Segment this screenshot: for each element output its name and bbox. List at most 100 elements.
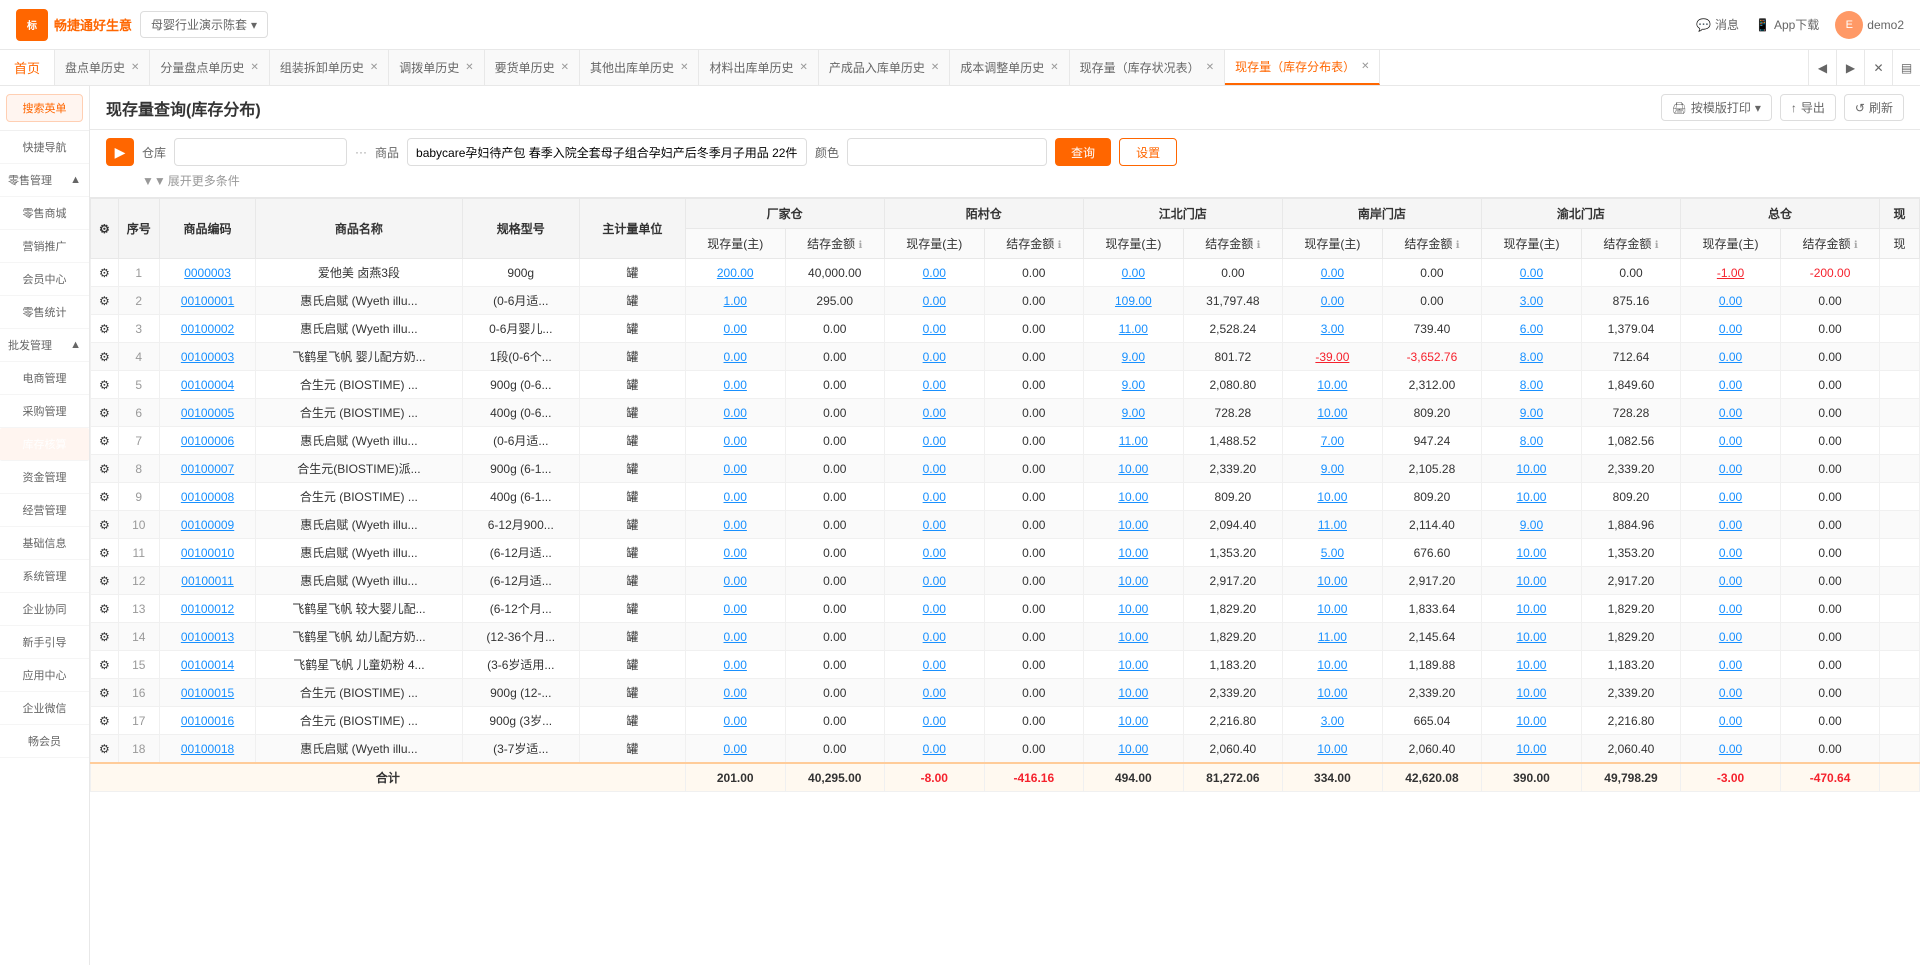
- row-settings[interactable]: ⚙: [91, 259, 119, 287]
- tab-zuhe[interactable]: 组装拆卸单历史 ✕: [270, 50, 389, 85]
- row-c3-stock[interactable]: 10.00: [1083, 707, 1183, 735]
- row-total-stock[interactable]: 0.00: [1680, 455, 1780, 483]
- row-code[interactable]: 00100016: [159, 707, 256, 735]
- tab-close-all-btn[interactable]: ✕: [1864, 50, 1892, 86]
- close-icon[interactable]: ✕: [131, 62, 139, 73]
- row-c1-stock[interactable]: 0.00: [685, 511, 785, 539]
- row-c5-stock[interactable]: 10.00: [1481, 623, 1581, 651]
- sidebar-item-pifaguan[interactable]: 批发管理▲: [0, 329, 89, 362]
- row-c2-stock[interactable]: 0.00: [884, 287, 984, 315]
- print-btn[interactable]: 🖨 按模版打印 ▾: [1661, 94, 1772, 121]
- row-total-stock[interactable]: 0.00: [1680, 567, 1780, 595]
- row-c3-stock[interactable]: 11.00: [1083, 427, 1183, 455]
- row-c2-stock[interactable]: 0.00: [884, 343, 984, 371]
- sidebar-item-kucunhesuang[interactable]: 库存核算: [0, 428, 89, 461]
- row-c4-stock[interactable]: 10.00: [1282, 735, 1382, 764]
- row-c2-stock[interactable]: 0.00: [884, 455, 984, 483]
- sidebar-item-zijin[interactable]: 资金管理: [0, 461, 89, 494]
- row-c3-stock[interactable]: 10.00: [1083, 651, 1183, 679]
- row-code[interactable]: 00100001: [159, 287, 256, 315]
- row-total-stock[interactable]: 0.00: [1680, 707, 1780, 735]
- sidebar-item-jingying[interactable]: 经营管理: [0, 494, 89, 527]
- row-total-stock[interactable]: 0.00: [1680, 539, 1780, 567]
- row-c1-stock[interactable]: 0.00: [685, 455, 785, 483]
- row-code[interactable]: 00100008: [159, 483, 256, 511]
- row-c2-stock[interactable]: 0.00: [884, 539, 984, 567]
- row-c3-stock[interactable]: 11.00: [1083, 315, 1183, 343]
- row-c3-stock[interactable]: 109.00: [1083, 287, 1183, 315]
- row-c2-stock[interactable]: 0.00: [884, 707, 984, 735]
- sidebar-item-dianshang[interactable]: 电商管理: [0, 362, 89, 395]
- search-btn[interactable]: 搜索英单: [6, 94, 83, 122]
- tab-fenpan[interactable]: 分量盘点单历史 ✕: [150, 50, 269, 85]
- filter-toggle-btn[interactable]: ▶: [106, 138, 134, 166]
- tab-chancheng[interactable]: 产成品入库单历史 ✕: [819, 50, 950, 85]
- tab-xiancun-dist[interactable]: 现存量（库存分布表） ✕: [1225, 50, 1380, 85]
- sidebar-item-yingyong[interactable]: 应用中心: [0, 659, 89, 692]
- row-c2-stock[interactable]: 0.00: [884, 735, 984, 764]
- row-settings[interactable]: ⚙: [91, 315, 119, 343]
- row-c5-stock[interactable]: 10.00: [1481, 483, 1581, 511]
- row-c3-stock[interactable]: 10.00: [1083, 483, 1183, 511]
- export-btn[interactable]: ↑ 导出: [1780, 94, 1836, 121]
- row-total-stock[interactable]: 0.00: [1680, 315, 1780, 343]
- close-icon[interactable]: ✕: [250, 62, 258, 73]
- row-total-stock[interactable]: 0.00: [1680, 735, 1780, 764]
- row-c2-stock[interactable]: 0.00: [884, 483, 984, 511]
- row-c3-stock[interactable]: 9.00: [1083, 343, 1183, 371]
- tab-prev-btn[interactable]: ◀: [1808, 50, 1836, 86]
- sidebar-item-lingsoushangcheng[interactable]: 零售商城: [0, 197, 89, 230]
- row-c4-stock[interactable]: 10.00: [1282, 651, 1382, 679]
- row-c4-stock[interactable]: 10.00: [1282, 399, 1382, 427]
- sidebar-item-jichu[interactable]: 基础信息: [0, 527, 89, 560]
- row-c4-stock[interactable]: 10.00: [1282, 595, 1382, 623]
- industry-selector[interactable]: 母婴行业演示陈套 ▾: [140, 11, 268, 38]
- row-c3-stock[interactable]: 0.00: [1083, 259, 1183, 287]
- row-c1-stock[interactable]: 0.00: [685, 315, 785, 343]
- close-icon[interactable]: ✕: [680, 62, 688, 73]
- row-total-stock[interactable]: -1.00: [1680, 259, 1780, 287]
- row-c2-stock[interactable]: 0.00: [884, 651, 984, 679]
- row-c3-stock[interactable]: 10.00: [1083, 679, 1183, 707]
- row-code[interactable]: 00100002: [159, 315, 256, 343]
- row-c1-stock[interactable]: 0.00: [685, 651, 785, 679]
- row-c2-stock[interactable]: 0.00: [884, 315, 984, 343]
- row-c2-stock[interactable]: 0.00: [884, 511, 984, 539]
- row-c5-stock[interactable]: 10.00: [1481, 679, 1581, 707]
- row-code[interactable]: 00100005: [159, 399, 256, 427]
- row-c5-stock[interactable]: 0.00: [1481, 259, 1581, 287]
- row-settings[interactable]: ⚙: [91, 455, 119, 483]
- row-c2-stock[interactable]: 0.00: [884, 567, 984, 595]
- row-c4-stock[interactable]: 5.00: [1282, 539, 1382, 567]
- row-c1-stock[interactable]: 0.00: [685, 483, 785, 511]
- row-code[interactable]: 00100018: [159, 735, 256, 764]
- row-c1-stock[interactable]: 1.00: [685, 287, 785, 315]
- row-c2-stock[interactable]: 0.00: [884, 595, 984, 623]
- row-c5-stock[interactable]: 10.00: [1481, 651, 1581, 679]
- row-c5-stock[interactable]: 8.00: [1481, 343, 1581, 371]
- row-total-stock[interactable]: 0.00: [1680, 371, 1780, 399]
- row-c4-stock[interactable]: 10.00: [1282, 679, 1382, 707]
- app-download-btn[interactable]: 📱 App下载: [1755, 16, 1819, 33]
- sidebar-item-xinshou[interactable]: 新手引导: [0, 626, 89, 659]
- row-c3-stock[interactable]: 10.00: [1083, 735, 1183, 764]
- row-c1-stock[interactable]: 0.00: [685, 399, 785, 427]
- row-total-stock[interactable]: 0.00: [1680, 427, 1780, 455]
- tab-next-btn[interactable]: ▶: [1836, 50, 1864, 86]
- row-c2-stock[interactable]: 0.00: [884, 623, 984, 651]
- row-c4-stock[interactable]: 11.00: [1282, 511, 1382, 539]
- tab-yaohuo[interactable]: 要货单历史 ✕: [485, 50, 580, 85]
- row-c5-stock[interactable]: 10.00: [1481, 539, 1581, 567]
- row-c5-stock[interactable]: 10.00: [1481, 567, 1581, 595]
- row-c5-stock[interactable]: 10.00: [1481, 735, 1581, 764]
- row-c3-stock[interactable]: 9.00: [1083, 371, 1183, 399]
- row-c3-stock[interactable]: 10.00: [1083, 623, 1183, 651]
- row-total-stock[interactable]: 0.00: [1680, 343, 1780, 371]
- settings-btn[interactable]: 设置: [1119, 138, 1177, 166]
- row-c3-stock[interactable]: 10.00: [1083, 511, 1183, 539]
- row-total-stock[interactable]: 0.00: [1680, 623, 1780, 651]
- row-c1-stock[interactable]: 0.00: [685, 623, 785, 651]
- table-area[interactable]: ⚙ 序号 商品编码 商品名称 规格型号 主计量单位 厂家仓 陌村仓 江北门店 南…: [90, 198, 1920, 965]
- row-c4-stock[interactable]: 10.00: [1282, 483, 1382, 511]
- row-c5-stock[interactable]: 8.00: [1481, 427, 1581, 455]
